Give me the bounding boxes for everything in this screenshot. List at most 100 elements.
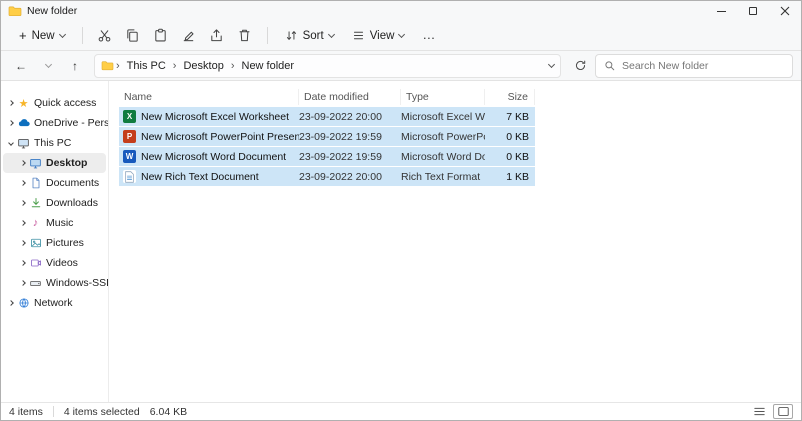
sidebar-item-windows-ssd[interactable]: Windows-SSD (C:) (3, 273, 108, 293)
excel-file-icon: X (123, 110, 136, 123)
up-button[interactable]: ↑ (63, 54, 87, 78)
desktop-icon (28, 156, 43, 171)
chevron-down-icon (327, 30, 335, 39)
delete-button[interactable] (232, 24, 258, 47)
cut-button[interactable] (92, 24, 118, 47)
chevron-right-icon[interactable] (20, 260, 26, 266)
computer-icon (16, 136, 31, 151)
sidebar-item-label: Music (46, 217, 74, 229)
command-toolbar: + New Sort View … (1, 21, 801, 51)
column-header-name[interactable]: Name (119, 89, 299, 105)
file-row[interactable]: New Rich Text Document 23-09-2022 20:00 … (119, 167, 535, 186)
sidebar-item-desktop[interactable]: Desktop (3, 153, 106, 173)
column-header-date-modified[interactable]: Date modified (299, 89, 401, 105)
sidebar-item-label: This PC (34, 137, 72, 149)
new-button[interactable]: + New (11, 26, 73, 46)
more-options-button[interactable]: … (414, 23, 444, 48)
drive-icon (28, 276, 43, 291)
sort-button-label: Sort (302, 29, 324, 42)
file-date-cell: 23-09-2022 19:59 (299, 150, 382, 163)
chevron-right-icon[interactable] (8, 100, 14, 106)
navigation-pane: ★ Quick access OneDrive - Personal This … (1, 81, 109, 402)
file-row[interactable]: P New Microsoft PowerPoint Presentation … (119, 127, 535, 146)
file-name-cell: New Rich Text Document (119, 170, 299, 183)
search-icon (605, 60, 615, 70)
title-bar[interactable]: New folder (1, 1, 801, 21)
thumbnails-view-button[interactable] (773, 404, 793, 419)
network-icon (16, 296, 31, 311)
sidebar-item-label: Quick access (34, 97, 97, 109)
rename-icon (183, 31, 194, 42)
plus-icon: + (19, 27, 27, 43)
share-button[interactable] (204, 24, 230, 47)
sidebar-item-quick-access[interactable]: ★ Quick access (3, 93, 106, 113)
chevron-right-icon[interactable] (20, 180, 26, 186)
file-row[interactable]: X New Microsoft Excel Worksheet 23-09-20… (119, 107, 535, 126)
chevron-down-icon[interactable] (8, 140, 14, 146)
chevron-down-icon (398, 30, 406, 39)
address-dropdown-icon[interactable] (547, 60, 556, 69)
file-type-cell: Microsoft PowerPoint... (401, 130, 485, 143)
sidebar-item-onedrive[interactable]: OneDrive - Personal (3, 113, 109, 133)
music-icon: ♪ (32, 217, 39, 229)
paste-button[interactable] (148, 24, 174, 47)
breadcrumb[interactable]: › This PC › Desktop › New folder (94, 53, 561, 78)
view-button-label: View (369, 29, 395, 42)
breadcrumb-item-this-pc[interactable]: This PC (122, 58, 171, 74)
explorer-body: ★ Quick access OneDrive - Personal This … (1, 81, 801, 402)
file-date-cell: 23-09-2022 20:00 (299, 110, 382, 123)
column-header-type[interactable]: Type (401, 89, 485, 105)
chevron-right-icon[interactable] (8, 120, 14, 126)
sidebar-item-network[interactable]: Network (3, 293, 106, 313)
downloads-icon (28, 196, 43, 211)
up-icon: ↑ (72, 58, 78, 73)
title-bar-left: New folder (1, 5, 77, 17)
sidebar-item-documents[interactable]: Documents (3, 173, 106, 193)
word-file-icon: W (123, 150, 136, 163)
file-type-cell: Microsoft Word Doc... (401, 150, 485, 163)
details-view-button[interactable] (749, 404, 769, 419)
file-row[interactable]: W New Microsoft Word Document 23-09-2022… (119, 147, 535, 166)
column-header-size[interactable]: Size (485, 89, 535, 105)
paste-icon (155, 28, 166, 42)
file-size-cell: 0 KB (506, 130, 529, 143)
sidebar-item-pictures[interactable]: Pictures (3, 233, 106, 253)
back-button[interactable]: ← (9, 54, 33, 78)
file-explorer-window: New folder + New Sort View … ← ↑ › This … (0, 0, 802, 421)
selection-count: 4 items selected (63, 405, 140, 418)
chevron-right-icon[interactable] (20, 200, 26, 206)
breadcrumb-item-new-folder[interactable]: New folder (237, 58, 300, 74)
chevron-right-icon[interactable] (20, 220, 26, 226)
minimize-button[interactable] (705, 1, 737, 21)
sidebar-item-downloads[interactable]: Downloads (3, 193, 106, 213)
column-headers: Name Date modified Type Size (119, 87, 535, 107)
close-button[interactable] (769, 1, 801, 21)
sidebar-item-label: OneDrive - Personal (34, 117, 109, 129)
sort-button[interactable]: Sort (277, 25, 342, 46)
view-icon (353, 31, 363, 40)
sidebar-item-music[interactable]: ♪ Music (3, 213, 106, 233)
sidebar-item-this-pc[interactable]: This PC (3, 133, 106, 153)
rename-button[interactable] (176, 24, 202, 47)
search-input[interactable] (622, 59, 784, 72)
copy-icon (127, 29, 138, 42)
refresh-button[interactable] (568, 54, 592, 78)
recent-locations-button[interactable] (36, 54, 60, 78)
view-button[interactable]: View (344, 25, 413, 46)
chevron-right-icon[interactable] (20, 240, 26, 246)
file-list-area[interactable]: Name Date modified Type Size X New Micro… (109, 81, 801, 402)
sort-icon (286, 31, 296, 40)
folder-icon (8, 5, 22, 17)
address-bar: ← ↑ › This PC › Desktop › New folder (1, 51, 801, 81)
maximize-button[interactable] (737, 1, 769, 21)
chevron-right-icon[interactable] (20, 280, 26, 286)
file-name: New Microsoft Excel Worksheet (141, 110, 290, 123)
sidebar-item-videos[interactable]: Videos (3, 253, 106, 273)
search-box[interactable] (595, 53, 793, 78)
chevron-right-icon[interactable] (20, 160, 26, 166)
cut-icon (98, 30, 111, 42)
chevron-right-icon[interactable] (8, 300, 14, 306)
copy-button[interactable] (120, 24, 146, 47)
breadcrumb-item-desktop[interactable]: Desktop (178, 58, 228, 74)
share-icon (211, 29, 222, 42)
